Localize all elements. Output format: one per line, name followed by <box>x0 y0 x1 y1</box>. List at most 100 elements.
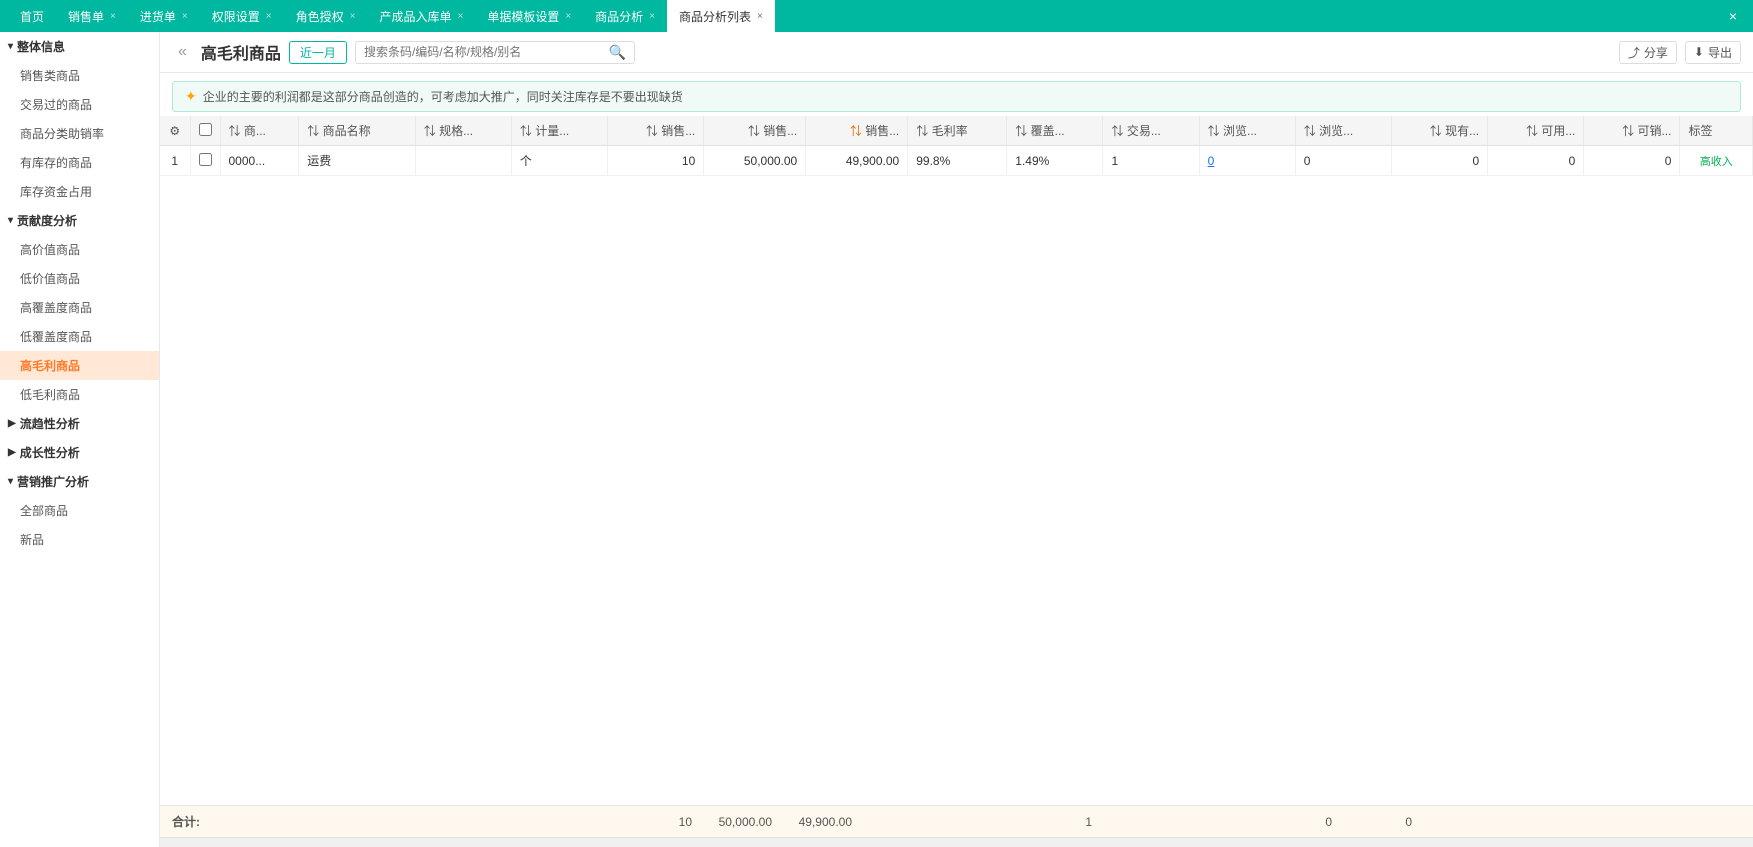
table-row: 1 0000... 运费 个 10 50,000.00 49,900.00 99… <box>160 146 1753 176</box>
sidebar-item-new-goods[interactable]: 新品 <box>0 525 159 554</box>
export-icon: ⬇ <box>1694 45 1704 59</box>
th-trade: ⇅ 交易... <box>1103 116 1199 146</box>
sort-icon[interactable]: ⇅ <box>916 124 928 138</box>
close-icon[interactable]: × <box>757 11 763 22</box>
cell-current: 0 <box>1391 146 1487 176</box>
nav-tab-product-analysis-list[interactable]: 商品分析列表 × <box>667 0 775 32</box>
close-icon[interactable]: × <box>266 11 272 22</box>
content-header: « 高毛利商品 近一月 🔍 ⤴ 分享 ⬇ 导出 <box>160 32 1753 73</box>
nav-tab-template[interactable]: 单据模板设置 × <box>475 0 583 32</box>
sidebar-group-contribution[interactable]: ▾ 贡献度分析 <box>0 206 159 235</box>
period-button[interactable]: 近一月 <box>289 41 347 64</box>
top-navigation: 首页 销售单 × 进货单 × 权限设置 × 角色授权 × 产成品入库单 × 单据… <box>0 0 1753 32</box>
sort-icon[interactable]: ⇅ <box>1304 124 1316 138</box>
th-spec: ⇅ 规格... <box>415 116 511 146</box>
th-tag: 标签 <box>1680 116 1753 146</box>
cell-seq: 1 <box>160 146 190 176</box>
table-header-row: ⚙ ⇅ 商... ⇅ 商品名称 ⇅ 规格... ⇅ 计量... ⇅ 销售... … <box>160 116 1753 146</box>
sort-icon[interactable]: ⇅ <box>424 124 436 138</box>
close-icon[interactable]: × <box>350 11 356 22</box>
sort-icon[interactable]: ⇅ <box>520 124 532 138</box>
sidebar-item-low-coverage[interactable]: 低覆盖度商品 <box>0 322 159 351</box>
search-input[interactable] <box>364 45 605 59</box>
horizontal-scrollbar[interactable] <box>160 837 1753 847</box>
sidebar-item-category-rate[interactable]: 商品分类助销率 <box>0 119 159 148</box>
th-sale-profit: ⇅ 销售... <box>806 116 908 146</box>
nav-tab-sales[interactable]: 销售单 × <box>56 0 128 32</box>
sort-icon[interactable]: ⇅ <box>1111 124 1123 138</box>
cell-sale-money: 50,000.00 <box>704 146 806 176</box>
page-title: 高毛利商品 <box>201 40 281 64</box>
sidebar-group-growth[interactable]: ▶ 成长性分析 <box>0 438 159 467</box>
cell-spec <box>415 146 511 176</box>
cell-code: 0000... <box>220 146 299 176</box>
sidebar-item-high-coverage[interactable]: 高覆盖度商品 <box>0 293 159 322</box>
th-gross-rate: ⇅ 毛利率 <box>908 116 1007 146</box>
footer-sale-profit: 49,900.00 <box>780 815 860 829</box>
sort-icon[interactable]: ⇅ <box>1430 124 1442 138</box>
search-box[interactable]: 🔍 <box>355 41 635 64</box>
action-buttons: ⤴ 分享 ⬇ 导出 <box>1619 41 1741 64</box>
sort-icon[interactable]: ⇅ <box>229 124 241 138</box>
sidebar-item-in-stock[interactable]: 有库存的商品 <box>0 148 159 177</box>
search-icon[interactable]: 🔍 <box>609 44 626 61</box>
th-available: ⇅ 可用... <box>1488 116 1584 146</box>
cell-name: 运费 <box>299 146 415 176</box>
sidebar-item-low-margin[interactable]: 低毛利商品 <box>0 380 159 409</box>
nav-tab-product-in[interactable]: 产成品入库单 × <box>367 0 475 32</box>
sidebar-item-high-margin[interactable]: 高毛利商品 <box>0 351 159 380</box>
nav-tab-role[interactable]: 角色授权 × <box>284 0 368 32</box>
select-all-checkbox[interactable] <box>199 123 212 136</box>
close-icon[interactable]: × <box>649 11 655 22</box>
row-checkbox[interactable] <box>199 153 212 166</box>
sidebar-item-low-value[interactable]: 低价值商品 <box>0 264 159 293</box>
nav-tab-permission[interactable]: 权限设置 × <box>200 0 284 32</box>
share-button[interactable]: ⤴ 分享 <box>1619 41 1677 64</box>
sidebar-group-overall[interactable]: ▾ 整体信息 <box>0 32 159 61</box>
share-icon: ⤴ <box>1628 44 1640 61</box>
info-text: 企业的主要的利润都是这部分商品创造的，可考虑加大推广，同时关注库存是不要出现缺货 <box>203 88 683 105</box>
nav-tab-home[interactable]: 首页 <box>8 0 56 32</box>
th-check[interactable] <box>190 116 220 146</box>
sidebar-group-marketing[interactable]: ▾ 营销推广分析 <box>0 467 159 496</box>
footer-current: 0 <box>1260 815 1340 829</box>
close-icon[interactable]: × <box>457 11 463 22</box>
sidebar-item-sales-goods[interactable]: 销售类商品 <box>0 61 159 90</box>
footer-bar: 合计: 10 50,000.00 49,900.00 1 0 0 <box>160 805 1753 837</box>
sidebar-group-trend[interactable]: ▶ 流趋性分析 <box>0 409 159 438</box>
sort-icon[interactable]: ⇅ <box>1015 124 1027 138</box>
cell-trade: 1 <box>1103 146 1199 176</box>
collapse-button[interactable]: « <box>172 41 193 63</box>
sidebar-item-high-value[interactable]: 高价值商品 <box>0 235 159 264</box>
cell-sale-profit: 49,900.00 <box>806 146 908 176</box>
th-code: ⇅ 商... <box>220 116 299 146</box>
sort-icon[interactable]: ⇅ <box>1526 124 1538 138</box>
close-icon[interactable]: × <box>182 11 188 22</box>
chevron-right-icon: ▶ <box>8 418 16 429</box>
nav-tab-purchase[interactable]: 进货单 × <box>128 0 200 32</box>
sidebar-item-all-goods[interactable]: 全部商品 <box>0 496 159 525</box>
export-button[interactable]: ⬇ 导出 <box>1685 41 1741 64</box>
chevron-down-icon: ▾ <box>8 215 13 226</box>
main-layout: ▾ 整体信息 销售类商品 交易过的商品 商品分类助销率 有库存的商品 库存资金占… <box>0 32 1753 847</box>
info-banner: ✦ 企业的主要的利润都是这部分商品创造的，可考虑加大推广，同时关注库存是不要出现… <box>172 81 1741 112</box>
th-view2: ⇅ 浏览... <box>1295 116 1391 146</box>
cell-sale-qty: 10 <box>608 146 704 176</box>
sort-icon[interactable]: ⇅ <box>1208 124 1220 138</box>
window-close-button[interactable]: × <box>1721 8 1745 24</box>
cell-view1[interactable]: 0 <box>1199 146 1295 176</box>
sort-icon[interactable]: ⇅ <box>646 124 658 138</box>
sort-icon[interactable]: ⇅ <box>1622 124 1634 138</box>
close-icon[interactable]: × <box>110 11 116 22</box>
sidebar-item-stock-capital[interactable]: 库存资金占用 <box>0 177 159 206</box>
cell-tag: 高收入 <box>1680 146 1753 176</box>
sort-icon[interactable]: ⇅ <box>748 124 760 138</box>
nav-tab-product-analysis[interactable]: 商品分析 × <box>583 0 667 32</box>
close-icon[interactable]: × <box>565 11 571 22</box>
sort-icon[interactable]: ⇅ <box>850 124 862 138</box>
th-settings[interactable]: ⚙ <box>160 116 190 146</box>
cell-coverage: 1.49% <box>1007 146 1103 176</box>
sidebar-item-traded-goods[interactable]: 交易过的商品 <box>0 90 159 119</box>
sort-icon[interactable]: ⇅ <box>307 124 319 138</box>
cell-check[interactable] <box>190 146 220 176</box>
